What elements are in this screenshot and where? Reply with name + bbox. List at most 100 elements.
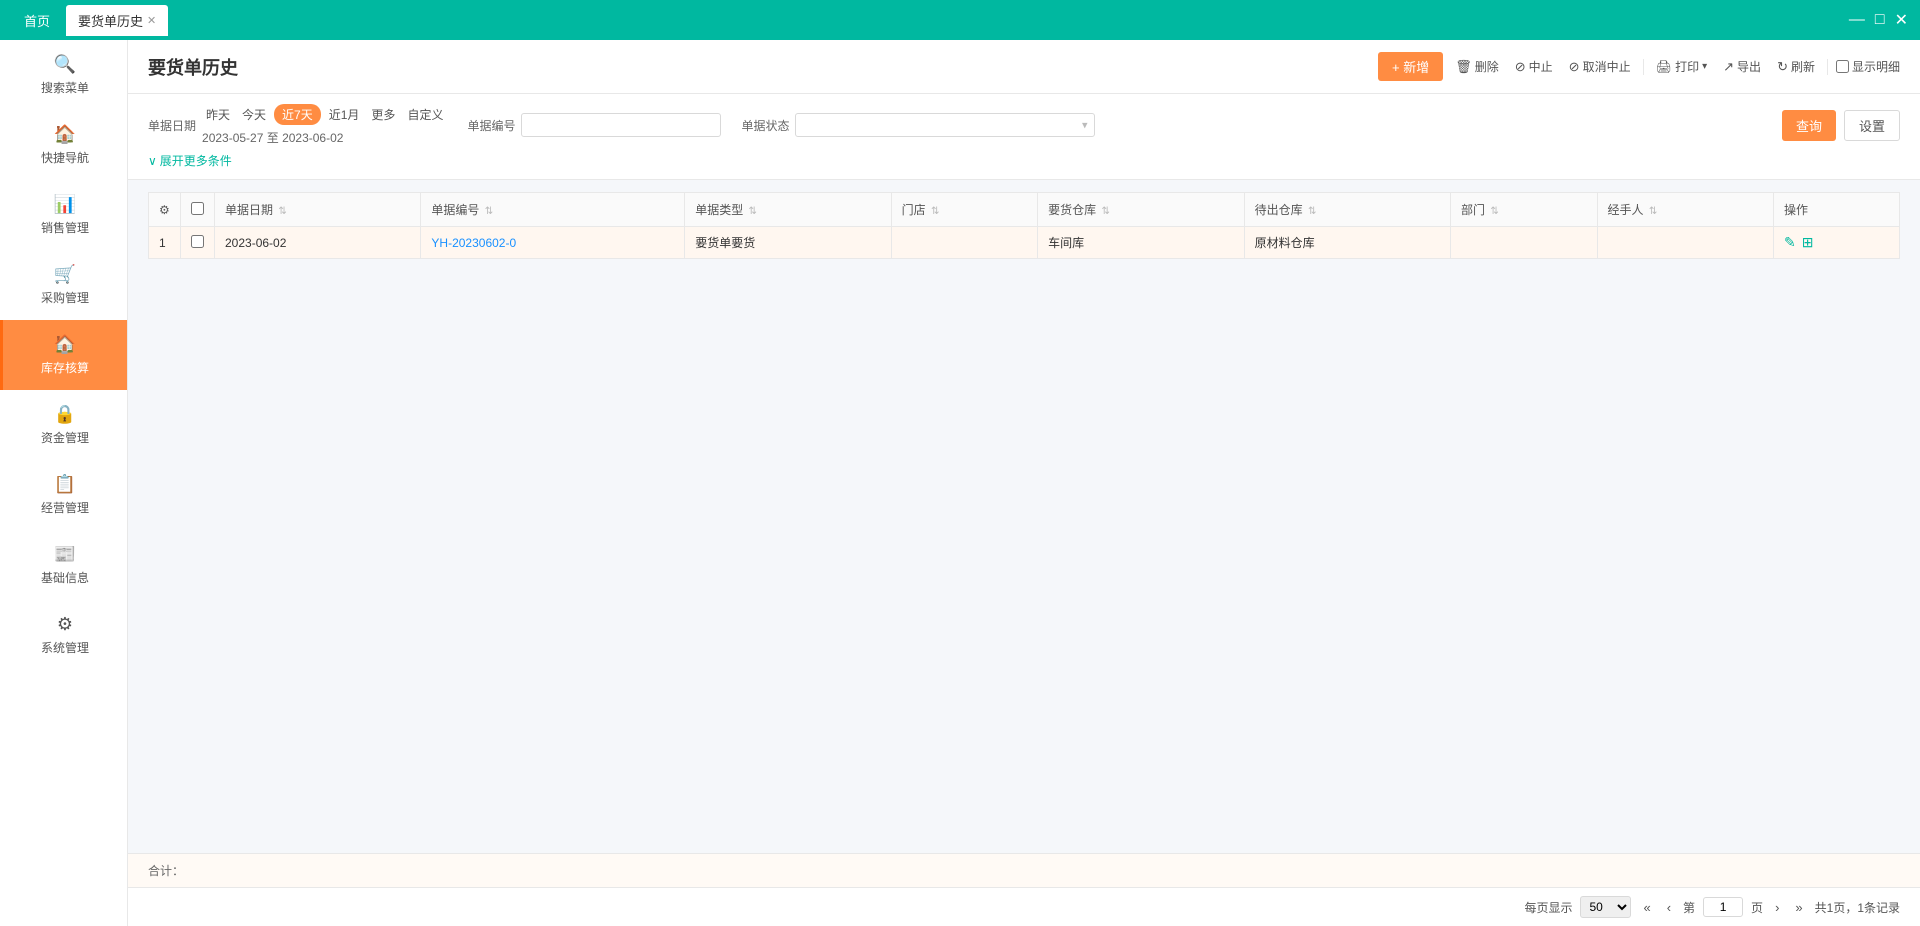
data-table: ⚙ 单据日期 ⇅ 单据编号 ⇅ 单据类型 bbox=[148, 192, 1900, 259]
row-handler bbox=[1597, 227, 1773, 259]
page-size-select[interactable]: 10 20 50 100 bbox=[1580, 896, 1631, 918]
filter-action-buttons: 查询 设置 bbox=[1782, 110, 1900, 141]
sort-no-icon[interactable]: ⇅ bbox=[485, 206, 493, 217]
select-all-checkbox[interactable] bbox=[191, 202, 204, 215]
current-page-input[interactable] bbox=[1703, 897, 1743, 917]
window-minimize[interactable]: — bbox=[1849, 11, 1865, 29]
tab-home[interactable]: 首页 bbox=[12, 5, 62, 36]
date-btn-7days[interactable]: 近7天 bbox=[274, 104, 321, 125]
search-menu-icon: 🔍 bbox=[54, 54, 76, 75]
sort-reqwh-icon[interactable]: ⇅ bbox=[1102, 206, 1110, 217]
sidebar-item-inventory-calc[interactable]: 🏠 库存核算 bbox=[0, 320, 127, 390]
sidebar-item-quicknav-label: 快捷导航 bbox=[41, 149, 89, 166]
toolbar: + 新增 🗑 删除 ⊘ 中止 ⊘ 取消中止 🖨 打印 ▾ bbox=[1378, 52, 1900, 93]
th-check bbox=[181, 193, 215, 227]
basic-icon: 📰 bbox=[54, 544, 76, 565]
sidebar-item-finance-mgmt[interactable]: 🔒 资金管理 bbox=[0, 390, 127, 460]
next-page-btn[interactable]: › bbox=[1771, 898, 1783, 917]
prev-page-btn[interactable]: ‹ bbox=[1663, 898, 1675, 917]
display-detail-checkbox[interactable]: 显示明细 bbox=[1836, 58, 1900, 75]
date-btn-1month[interactable]: 近1月 bbox=[325, 104, 364, 125]
row-seq: 1 bbox=[149, 227, 181, 259]
window-close[interactable]: ✕ bbox=[1895, 10, 1908, 30]
row-store bbox=[891, 227, 1038, 259]
cancel-stop-button[interactable]: ⊘ 取消中止 bbox=[1565, 56, 1635, 77]
last-page-btn[interactable]: » bbox=[1791, 898, 1806, 917]
date-btn-more[interactable]: 更多 bbox=[367, 104, 399, 125]
page-suffix: 页 bbox=[1751, 899, 1763, 916]
action-icons: ✎ ⊞ bbox=[1784, 234, 1889, 251]
sort-pendwh-icon[interactable]: ⇅ bbox=[1308, 206, 1316, 217]
sidebar-item-basic-label: 基础信息 bbox=[41, 569, 89, 586]
tab-requisition-history[interactable]: 要货单历史 ✕ bbox=[66, 5, 168, 36]
delete-icon: 🗑 bbox=[1455, 59, 1472, 75]
detail-icon[interactable]: ⊞ bbox=[1802, 234, 1814, 251]
sidebar-item-search-menu[interactable]: 🔍 搜索菜单 bbox=[0, 40, 127, 110]
th-no-label: 单据编号 bbox=[431, 203, 479, 217]
total-info: 共1页，1条记录 bbox=[1815, 899, 1900, 916]
expand-more-btn[interactable]: ∨ 展开更多条件 bbox=[148, 152, 1900, 169]
print-label: 打印 bbox=[1675, 58, 1699, 75]
filter-group-status: 单据状态 ▾ bbox=[741, 113, 1095, 137]
finance-icon: 🔒 bbox=[54, 404, 76, 425]
new-button[interactable]: + 新增 bbox=[1378, 52, 1443, 81]
sidebar-item-sales-mgmt[interactable]: 📊 销售管理 bbox=[0, 180, 127, 250]
sidebar-item-quick-nav[interactable]: 🏠 快捷导航 bbox=[0, 110, 127, 180]
system-icon: ⚙ bbox=[57, 614, 73, 635]
edit-icon[interactable]: ✎ bbox=[1784, 234, 1796, 251]
window-controls: — □ ✕ bbox=[1849, 10, 1908, 30]
settings-button[interactable]: 设置 bbox=[1844, 110, 1900, 141]
sort-dept-icon[interactable]: ⇅ bbox=[1490, 206, 1498, 217]
date-btn-yesterday[interactable]: 昨天 bbox=[202, 104, 234, 125]
sidebar-item-ops-mgmt[interactable]: 📋 经营管理 bbox=[0, 460, 127, 530]
th-setting[interactable]: ⚙ bbox=[149, 193, 181, 227]
filter-date-col: 昨天 今天 近7天 近1月 更多 自定义 2023-05-27 至 2023-0… bbox=[202, 104, 447, 146]
export-label: 导出 bbox=[1737, 58, 1761, 75]
query-button[interactable]: 查询 bbox=[1782, 110, 1836, 141]
refresh-button[interactable]: ↻ 刷新 bbox=[1773, 56, 1819, 77]
ops-icon: 📋 bbox=[54, 474, 76, 495]
tab-close-icon[interactable]: ✕ bbox=[147, 14, 156, 27]
sidebar-item-basic-info[interactable]: 📰 基础信息 bbox=[0, 530, 127, 600]
sort-handler-icon[interactable]: ⇅ bbox=[1649, 206, 1657, 217]
window-maximize[interactable]: □ bbox=[1875, 11, 1885, 29]
expand-label: 展开更多条件 bbox=[160, 152, 232, 169]
page-size-label: 每页显示 bbox=[1524, 899, 1572, 916]
sort-date-icon[interactable]: ⇅ bbox=[278, 206, 286, 217]
row-checkbox[interactable] bbox=[191, 235, 204, 248]
sidebar: 🔍 搜索菜单 🏠 快捷导航 📊 销售管理 🛒 采购管理 🏠 库存核算 🔒 资金管… bbox=[0, 40, 128, 926]
th-date: 单据日期 ⇅ bbox=[215, 193, 421, 227]
row-dept bbox=[1451, 227, 1598, 259]
th-dept: 部门 ⇅ bbox=[1451, 193, 1598, 227]
print-button[interactable]: 🖨 打印 ▾ bbox=[1652, 56, 1712, 77]
sidebar-item-finance-label: 资金管理 bbox=[41, 429, 89, 446]
sidebar-item-search-label: 搜索菜单 bbox=[41, 79, 89, 96]
sort-type-icon[interactable]: ⇅ bbox=[749, 206, 757, 217]
date-btn-today[interactable]: 今天 bbox=[238, 104, 270, 125]
row-check bbox=[181, 227, 215, 259]
print-icon: 🖨 bbox=[1656, 59, 1673, 75]
first-page-btn[interactable]: « bbox=[1639, 898, 1654, 917]
sidebar-item-system-mgmt[interactable]: ⚙ 系统管理 bbox=[0, 600, 127, 670]
row-no: YH-20230602-0 bbox=[421, 227, 685, 259]
delete-button[interactable]: 🗑 删除 bbox=[1451, 56, 1503, 77]
export-button[interactable]: ↗ 导出 bbox=[1719, 56, 1765, 77]
date-buttons: 昨天 今天 近7天 近1月 更多 自定义 bbox=[202, 104, 447, 125]
display-detail-check[interactable] bbox=[1836, 60, 1849, 73]
th-store-label: 门店 bbox=[902, 203, 926, 217]
date-btn-custom[interactable]: 自定义 bbox=[403, 104, 447, 125]
th-pendwh-label: 待出仓库 bbox=[1255, 203, 1303, 217]
print-arrow-icon: ▾ bbox=[1702, 61, 1707, 72]
sidebar-item-purchase-mgmt[interactable]: 🛒 采购管理 bbox=[0, 250, 127, 320]
th-type-label: 单据类型 bbox=[695, 203, 743, 217]
stop-button[interactable]: ⊘ 中止 bbox=[1511, 56, 1557, 77]
row-no-link[interactable]: YH-20230602-0 bbox=[431, 236, 516, 250]
row-date: 2023-06-02 bbox=[215, 227, 421, 259]
sales-icon: 📊 bbox=[54, 194, 76, 215]
order-no-input[interactable] bbox=[521, 113, 721, 137]
status-input[interactable] bbox=[795, 113, 1095, 137]
sort-store-icon[interactable]: ⇅ bbox=[931, 206, 939, 217]
date-filter-label: 单据日期 bbox=[148, 117, 196, 134]
th-dept-label: 部门 bbox=[1461, 203, 1485, 217]
cancel-stop-icon: ⊘ bbox=[1569, 59, 1580, 75]
